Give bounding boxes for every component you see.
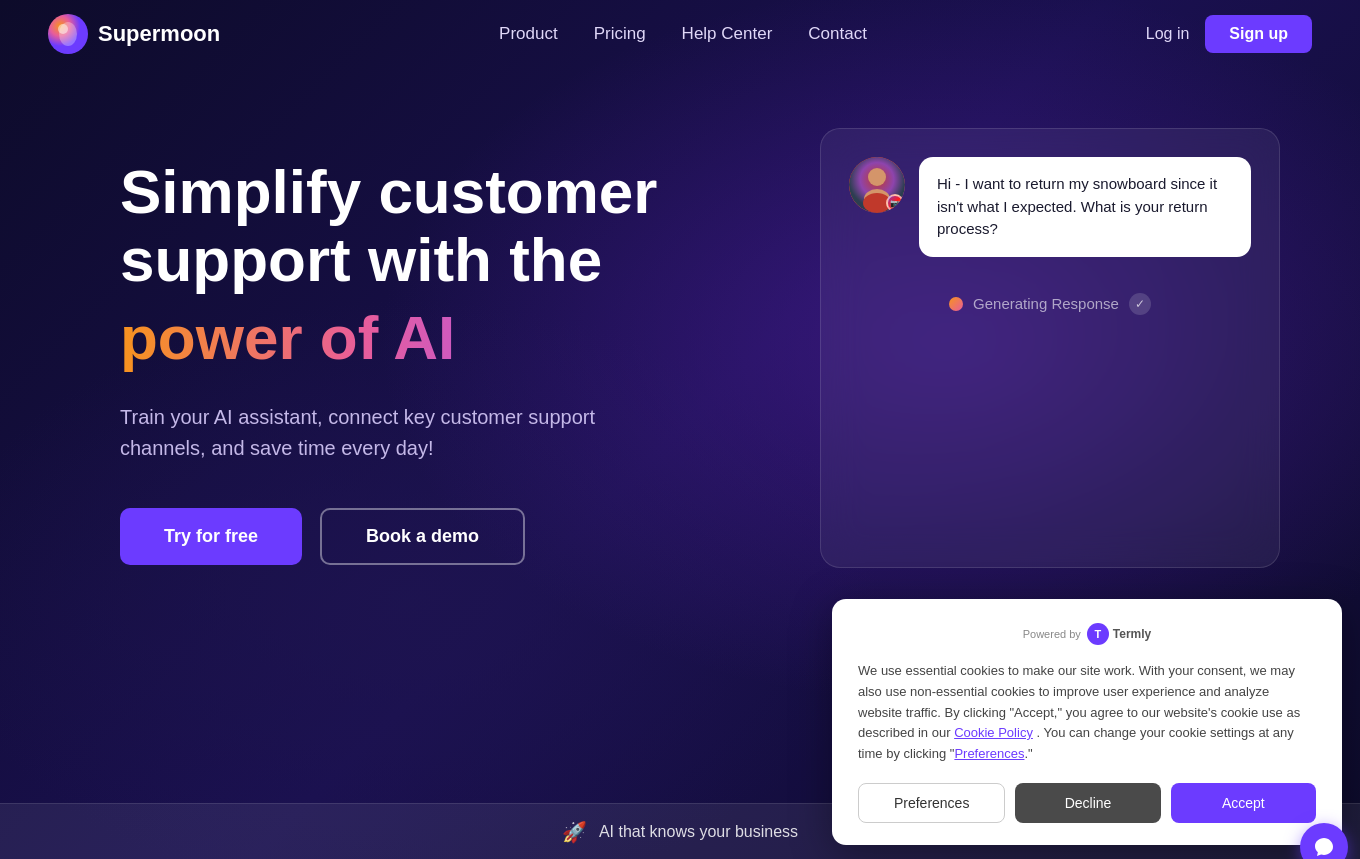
hero-section: Simplify customer support with the power… [0,68,1360,608]
logo-link[interactable]: Supermoon [48,14,220,54]
logo-icon [48,14,88,54]
chat-icon [1313,836,1335,858]
logo-text: Supermoon [98,21,220,47]
cookie-policy-link[interactable]: Cookie Policy [954,725,1033,740]
hero-title-line1: Simplify customer support with the [120,158,720,294]
hero-buttons: Try for free Book a demo [120,508,720,565]
termly-t-icon: T [1087,623,1109,645]
termly-logo: T Termly [1087,623,1151,645]
gen-dot-icon [949,297,963,311]
chat-message: 📷 Hi - I want to return my snowboard sin… [849,157,1251,257]
hero-subtitle: Train your AI assistant, connect key cus… [120,402,620,464]
hero-right: 📷 Hi - I want to return my snowboard sin… [820,128,1280,568]
try-for-free-button[interactable]: Try for free [120,508,302,565]
nav-link-help-center[interactable]: Help Center [682,24,773,44]
powered-by-label: Powered by T Termly [858,623,1316,645]
bottom-bar-text: AI that knows your business [599,823,798,841]
nav-link-contact[interactable]: Contact [808,24,867,44]
generating-response: Generating Response ✓ [849,293,1251,315]
cookie-body-text: We use essential cookies to make our sit… [858,661,1316,765]
hero-left: Simplify customer support with the power… [120,128,720,565]
hero-title-gradient: power of AI [120,302,720,373]
nav-link-pricing[interactable]: Pricing [594,24,646,44]
accept-button[interactable]: Accept [1171,783,1316,823]
avatar-instagram-badge: 📷 [886,194,904,212]
book-demo-button[interactable]: Book a demo [320,508,525,565]
svg-point-4 [868,168,886,186]
preferences-inline-link[interactable]: Preferences [954,746,1024,761]
nav-actions: Log in Sign up [1146,15,1312,53]
bottom-bar-emoji: 🚀 [562,820,587,844]
signup-button[interactable]: Sign up [1205,15,1312,53]
preferences-button[interactable]: Preferences [858,783,1005,823]
nav-link-product[interactable]: Product [499,24,558,44]
cookie-buttons: Preferences Decline Accept [858,783,1316,823]
chat-demo-card: 📷 Hi - I want to return my snowboard sin… [820,128,1280,568]
svg-point-2 [58,24,68,34]
nav-links: Product Pricing Help Center Contact [499,24,867,44]
cookie-banner: Powered by T Termly We use essential coo… [832,599,1342,845]
chat-support-button[interactable] [1300,823,1348,859]
chat-bubble: Hi - I want to return my snowboard since… [919,157,1251,257]
login-button[interactable]: Log in [1146,25,1190,43]
avatar: 📷 [849,157,905,213]
gen-check-icon: ✓ [1129,293,1151,315]
navigation: Supermoon Product Pricing Help Center Co… [0,0,1360,68]
decline-button[interactable]: Decline [1015,783,1160,823]
